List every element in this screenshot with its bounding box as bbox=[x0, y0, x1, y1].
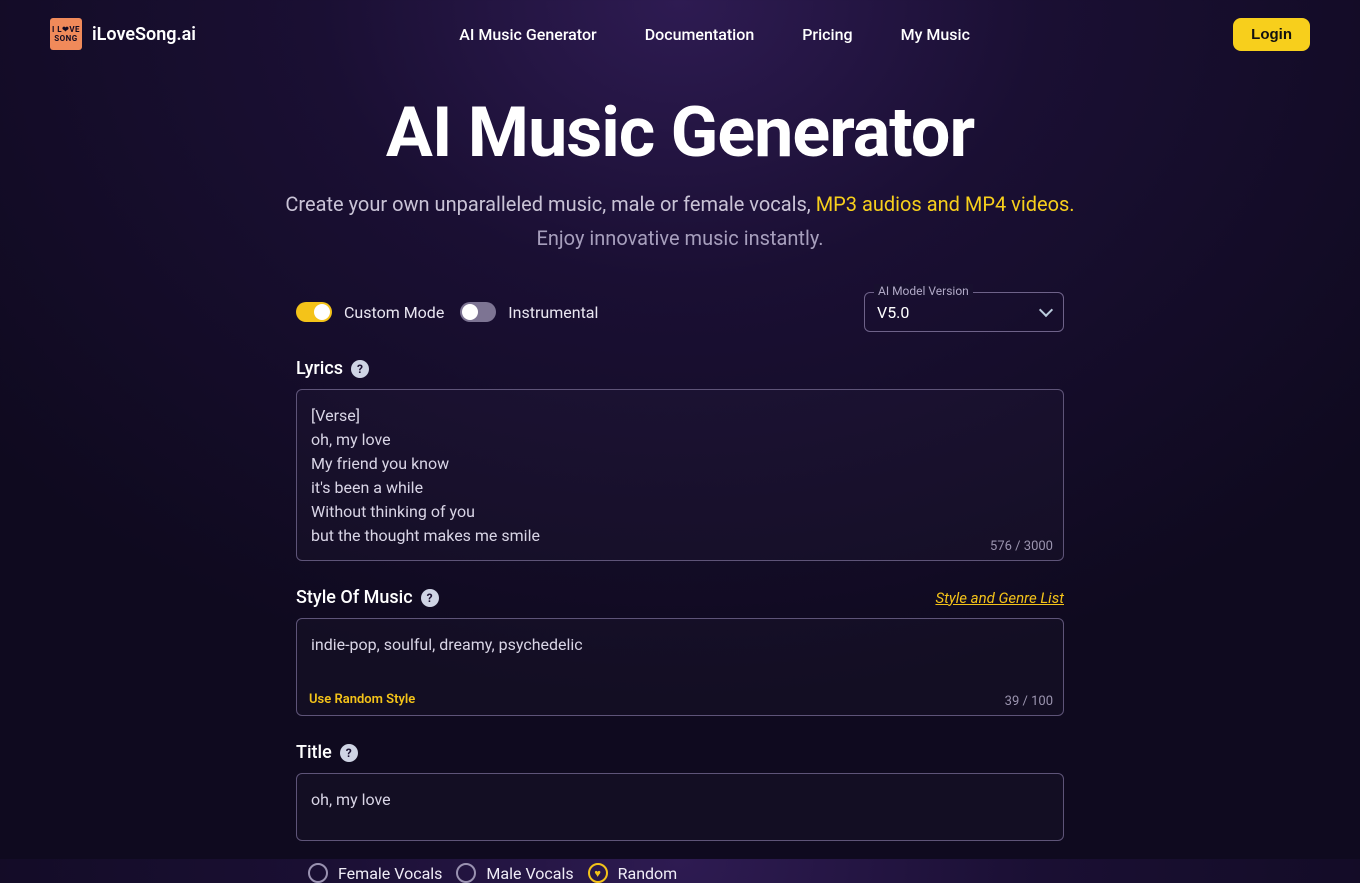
title-label-row: Title ? bbox=[296, 742, 1064, 763]
use-random-style-button[interactable]: Use Random Style bbox=[309, 692, 415, 707]
brand[interactable]: I L❤VE SONG iLoveSong.ai bbox=[50, 18, 196, 50]
help-icon[interactable]: ? bbox=[351, 360, 369, 378]
vocal-options: Female Vocals Male Vocals ♥ Random bbox=[296, 863, 1064, 883]
title-input[interactable] bbox=[297, 774, 1063, 836]
heart-icon: ♥ bbox=[594, 868, 601, 879]
toggle-knob bbox=[462, 304, 478, 320]
model-version-select[interactable]: V5.0 bbox=[864, 292, 1064, 332]
help-icon[interactable]: ? bbox=[340, 744, 358, 762]
nav-my-music[interactable]: My Music bbox=[901, 25, 970, 44]
chevron-down-icon bbox=[1039, 303, 1053, 317]
vocal-random[interactable]: ♥ Random bbox=[588, 863, 678, 883]
nav-ai-music-generator[interactable]: AI Music Generator bbox=[459, 25, 596, 44]
style-label-row: Style Of Music ? bbox=[296, 587, 439, 608]
lyrics-counter: 576 / 3000 bbox=[990, 539, 1053, 554]
main-nav: AI Music Generator Documentation Pricing… bbox=[196, 25, 1233, 44]
vocal-female-label: Female Vocals bbox=[338, 864, 442, 883]
header: I L❤VE SONG iLoveSong.ai AI Music Genera… bbox=[0, 0, 1360, 68]
lyrics-input[interactable] bbox=[297, 390, 1063, 556]
vocal-random-label: Random bbox=[618, 864, 678, 883]
instrumental-group: Instrumental bbox=[460, 302, 598, 322]
vocal-male[interactable]: Male Vocals bbox=[456, 863, 573, 883]
radio-icon: ♥ bbox=[588, 863, 608, 883]
subtitle: Create your own unparalleled music, male… bbox=[0, 192, 1360, 216]
toggle-knob bbox=[314, 304, 330, 320]
model-version-field: AI Model Version V5.0 bbox=[864, 292, 1064, 332]
model-version-value: V5.0 bbox=[877, 303, 909, 322]
instrumental-label: Instrumental bbox=[508, 303, 598, 322]
subtitle-pre: Create your own unparalleled music, male… bbox=[285, 192, 815, 216]
lyrics-label: Lyrics bbox=[296, 358, 343, 379]
brand-name: iLoveSong.ai bbox=[92, 24, 196, 45]
help-icon[interactable]: ? bbox=[421, 589, 439, 607]
vocal-male-label: Male Vocals bbox=[486, 864, 573, 883]
radio-icon bbox=[308, 863, 328, 883]
title-label: Title bbox=[296, 742, 332, 763]
nav-pricing[interactable]: Pricing bbox=[802, 25, 852, 44]
logo-text-2: SONG bbox=[54, 34, 78, 43]
style-field: Use Random Style 39 / 100 bbox=[296, 618, 1064, 716]
custom-mode-toggle[interactable] bbox=[296, 302, 332, 322]
style-counter: 39 / 100 bbox=[1005, 694, 1053, 709]
radio-icon bbox=[456, 863, 476, 883]
hero: AI Music Generator Create your own unpar… bbox=[0, 92, 1360, 250]
lyrics-field: 576 / 3000 bbox=[296, 389, 1064, 561]
page-title: AI Music Generator bbox=[0, 92, 1360, 174]
logo-icon: I L❤VE SONG bbox=[50, 18, 82, 50]
title-field bbox=[296, 773, 1064, 841]
login-button[interactable]: Login bbox=[1233, 18, 1310, 51]
subtitle-highlight: MP3 audios and MP4 videos. bbox=[816, 192, 1075, 216]
model-version-label: AI Model Version bbox=[874, 284, 973, 298]
generator-form: Custom Mode Instrumental AI Model Versio… bbox=[296, 292, 1064, 883]
instrumental-toggle[interactable] bbox=[460, 302, 496, 322]
toggle-row: Custom Mode Instrumental AI Model Versio… bbox=[296, 292, 1064, 332]
style-header: Style Of Music ? Style and Genre List bbox=[296, 587, 1064, 608]
style-label: Style Of Music bbox=[296, 587, 413, 608]
custom-mode-group: Custom Mode bbox=[296, 302, 444, 322]
logo-text-1: I L❤VE bbox=[52, 25, 80, 34]
lyrics-label-row: Lyrics ? bbox=[296, 358, 1064, 379]
style-genre-list-link[interactable]: Style and Genre List bbox=[935, 589, 1064, 607]
custom-mode-label: Custom Mode bbox=[344, 303, 444, 322]
vocal-female[interactable]: Female Vocals bbox=[308, 863, 442, 883]
nav-documentation[interactable]: Documentation bbox=[645, 25, 755, 44]
subtitle-2: Enjoy innovative music instantly. bbox=[0, 226, 1360, 250]
